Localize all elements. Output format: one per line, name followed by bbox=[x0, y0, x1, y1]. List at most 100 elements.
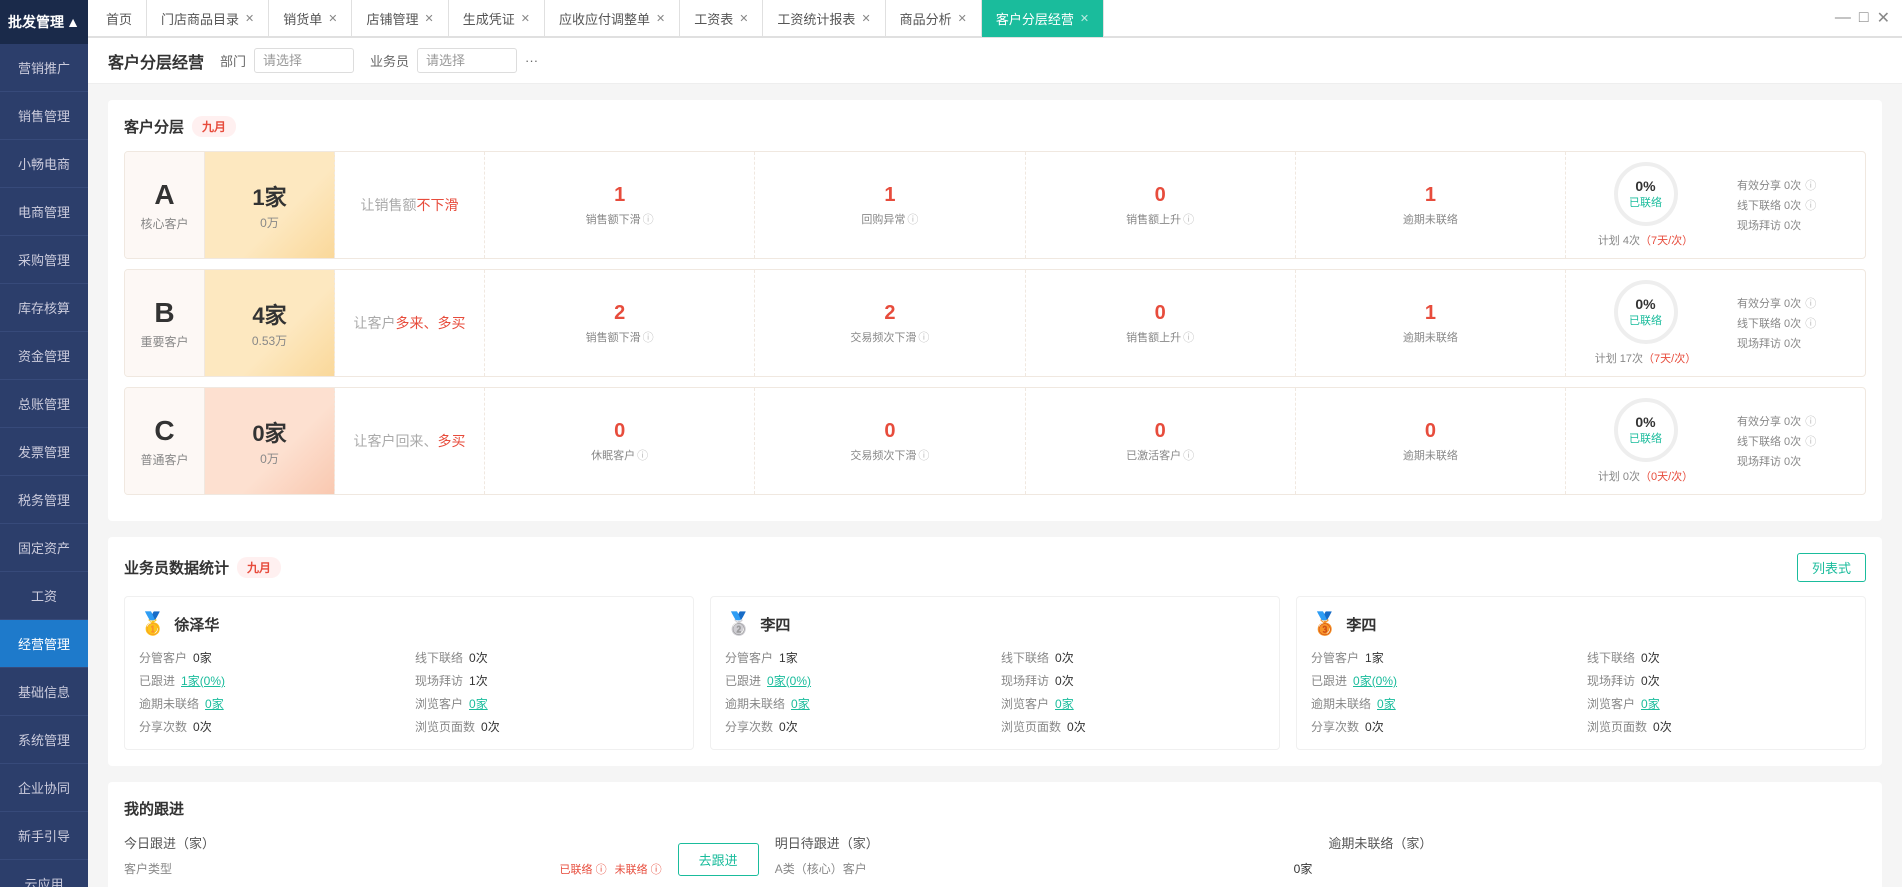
info-icon[interactable]: ⓘ bbox=[1805, 315, 1816, 331]
tier-count-sub: 0万 bbox=[260, 214, 279, 231]
tab-maximize-btn[interactable]: □ bbox=[1859, 9, 1869, 27]
tab-mendian[interactable]: 门店商品目录 ✕ bbox=[147, 0, 269, 37]
info-icon[interactable]: ⓘ bbox=[918, 447, 929, 463]
sp-name-sp3: 李四 bbox=[1346, 614, 1376, 635]
sp-stat-label: 分享次数 bbox=[1311, 718, 1359, 735]
sp-stat-label: 浏览客户 bbox=[415, 695, 463, 712]
sp-stat-value: 0次 bbox=[1641, 649, 1660, 666]
tab-gongzi_tab[interactable]: 工资表✕ bbox=[680, 0, 763, 37]
tier-count-num: 4家 bbox=[252, 298, 286, 330]
info-icon[interactable]: ⓘ bbox=[1805, 295, 1816, 311]
tab-close-yingshou[interactable]: ✕ bbox=[656, 12, 665, 25]
tab-close-gongzi_stat[interactable]: ✕ bbox=[861, 12, 870, 25]
sp-stat-value[interactable]: 0家 bbox=[469, 695, 488, 712]
tier-count-box-A: 1家 0万 bbox=[205, 152, 335, 258]
info-icon[interactable]: ⓘ bbox=[637, 447, 648, 463]
stat-num: 1 bbox=[614, 184, 625, 207]
dept-select[interactable]: 请选择 bbox=[254, 48, 354, 73]
sidebar-item-xiaoshou[interactable]: 销售管理 bbox=[0, 92, 88, 140]
salesperson-card-sp2: 🥈 李四 分管客户 1家 线下联络 0次 已跟进 0家(0%) 现场拜访 0次 … bbox=[710, 596, 1280, 750]
sidebar-item-kucun[interactable]: 库存核算 bbox=[0, 284, 88, 332]
sp-stat-label: 分管客户 bbox=[1311, 649, 1359, 666]
sp-medal-sp3: 🥉 bbox=[1311, 611, 1338, 637]
sp-stat-value: 0次 bbox=[1055, 672, 1074, 689]
info-icon[interactable]: ⓘ bbox=[643, 211, 654, 227]
sidebar-item-zijin[interactable]: 资金管理 bbox=[0, 332, 88, 380]
team-title: 业务员数据统计 九月 bbox=[124, 557, 281, 578]
tab-close-shangpin[interactable]: ✕ bbox=[958, 12, 967, 25]
list-view-btn[interactable]: 列表式 bbox=[1797, 553, 1866, 582]
sp-stat-row: 分管客户 1家 bbox=[725, 649, 989, 666]
goto-followup-btn[interactable]: 去跟进 bbox=[678, 843, 759, 876]
sp-stat-value[interactable]: 0家 bbox=[791, 695, 810, 712]
sidebar-item-gongzi[interactable]: 工资 bbox=[0, 572, 88, 620]
info-icon[interactable]: ⓘ bbox=[1183, 211, 1194, 227]
followup-today-row: 客户类型 已联络 ⓘ 未联络 ⓘ bbox=[124, 860, 662, 877]
tab-xiaohuo[interactable]: 销货单✕ bbox=[269, 0, 352, 37]
info-icon[interactable]: ⓘ bbox=[918, 329, 929, 345]
tab-gongzi_stat[interactable]: 工资统计报表✕ bbox=[763, 0, 885, 37]
sidebar-item-yun[interactable]: 云应用 bbox=[0, 860, 88, 887]
sidebar-item-xiaodian[interactable]: 小畅电商 bbox=[0, 140, 88, 188]
filter-more-btn[interactable]: ··· bbox=[525, 53, 538, 68]
info-icon[interactable]: ⓘ bbox=[1183, 447, 1194, 463]
info-icon[interactable]: ⓘ bbox=[1805, 197, 1816, 213]
contact-plan: 计划 0次（0天/次） bbox=[1598, 468, 1693, 484]
sp-stat-value[interactable]: 0家 bbox=[1641, 695, 1660, 712]
tab-close-btn[interactable]: ✕ bbox=[1877, 8, 1890, 28]
sp-stat-label: 已跟进 bbox=[139, 672, 175, 689]
sidebar-item-fapiao[interactable]: 发票管理 bbox=[0, 428, 88, 476]
sidebar-item-zhangzhang[interactable]: 总账管理 bbox=[0, 380, 88, 428]
stat-num: 0 bbox=[1155, 302, 1166, 325]
tab-close-xiaohuo[interactable]: ✕ bbox=[328, 12, 337, 25]
sp-stat-value[interactable]: 0家 bbox=[205, 695, 224, 712]
sp-stat-value[interactable]: 1家(0%) bbox=[181, 672, 225, 689]
sp-stat-row: 分享次数 0次 bbox=[725, 718, 989, 735]
sidebar-item-jingying[interactable]: 经营管理 bbox=[0, 620, 88, 668]
sidebar-item-xinshou[interactable]: 新手引导 bbox=[0, 812, 88, 860]
tier-stats-B: 2 销售额下滑 ⓘ 2 交易频次下滑 ⓘ 0 销售额上升 ⓘ 1 逾期未联络 bbox=[485, 270, 1565, 376]
sp-stats-sp2: 分管客户 1家 线下联络 0次 已跟进 0家(0%) 现场拜访 0次 逾期未联络… bbox=[725, 649, 1265, 735]
sp-stat-value[interactable]: 0家(0%) bbox=[767, 672, 811, 689]
sidebar-item-xitong[interactable]: 系统管理 bbox=[0, 716, 88, 764]
sp-stat-value[interactable]: 0家(0%) bbox=[1353, 672, 1397, 689]
info-icon[interactable]: ⓘ bbox=[1183, 329, 1194, 345]
followup-grid: 今日跟进（家） 客户类型 已联络 ⓘ 未联络 ⓘ 去跟进 明日待跟进（家） A类… bbox=[124, 833, 1866, 881]
sidebar-collapse-icon[interactable]: ▲ bbox=[66, 14, 80, 30]
sp-stat-value: 0家 bbox=[193, 649, 212, 666]
info-icon[interactable]: ⓘ bbox=[643, 329, 654, 345]
tab-kehu[interactable]: 客户分层经营✕ bbox=[982, 0, 1104, 37]
sp-stat-row: 已跟进 1家(0%) bbox=[139, 672, 403, 689]
info-icon[interactable]: ⓘ bbox=[907, 211, 918, 227]
sp-stat-value: 1次 bbox=[469, 672, 488, 689]
info-icon[interactable]: ⓘ bbox=[1805, 433, 1816, 449]
tab-pin-btn[interactable]: — bbox=[1835, 9, 1851, 27]
tab-close-mendian[interactable]: ✕ bbox=[245, 12, 254, 25]
tab-shengcheng[interactable]: 生成凭证 ✕ bbox=[449, 0, 545, 37]
sp-stat-value[interactable]: 0家 bbox=[1055, 695, 1074, 712]
tab-close-shengcheng[interactable]: ✕ bbox=[521, 12, 530, 25]
tab-shangpin[interactable]: 商品分析✕ bbox=[886, 0, 982, 37]
sidebar-item-caigou[interactable]: 采购管理 bbox=[0, 236, 88, 284]
sidebar-item-qiye[interactable]: 企业协同 bbox=[0, 764, 88, 812]
sidebar-item-dianshang[interactable]: 电商管理 bbox=[0, 188, 88, 236]
sp-name-sp1: 徐泽华 bbox=[174, 614, 219, 635]
tab-close-gongzi_tab[interactable]: ✕ bbox=[739, 12, 748, 25]
tab-yingshou[interactable]: 应收应付调整单✕ bbox=[545, 0, 680, 37]
sidebar-header[interactable]: 批发管理 ▲ bbox=[0, 0, 88, 44]
tab-home[interactable]: 首页 bbox=[92, 0, 147, 37]
tab-label-mendian: 门店商品目录 bbox=[161, 9, 239, 28]
sidebar-item-yingxiao[interactable]: 营销推广 bbox=[0, 44, 88, 92]
info-icon[interactable]: ⓘ bbox=[1805, 413, 1816, 429]
sidebar-item-jichu[interactable]: 基础信息 bbox=[0, 668, 88, 716]
sidebar-item-gudingzichan[interactable]: 固定资产 bbox=[0, 524, 88, 572]
info-icon[interactable]: ⓘ bbox=[1805, 177, 1816, 193]
sp-stat-row: 浏览页面数 0次 bbox=[415, 718, 679, 735]
salesperson-select[interactable]: 请选择 bbox=[417, 48, 517, 73]
tab-close-kehu[interactable]: ✕ bbox=[1080, 12, 1089, 25]
tab-close-dianpu[interactable]: ✕ bbox=[425, 12, 434, 25]
sidebar-item-shuiwu[interactable]: 税务管理 bbox=[0, 476, 88, 524]
tab-label-shengcheng: 生成凭证 bbox=[463, 9, 515, 28]
tab-dianpu[interactable]: 店铺管理✕ bbox=[352, 0, 448, 37]
sp-stat-value[interactable]: 0家 bbox=[1377, 695, 1396, 712]
